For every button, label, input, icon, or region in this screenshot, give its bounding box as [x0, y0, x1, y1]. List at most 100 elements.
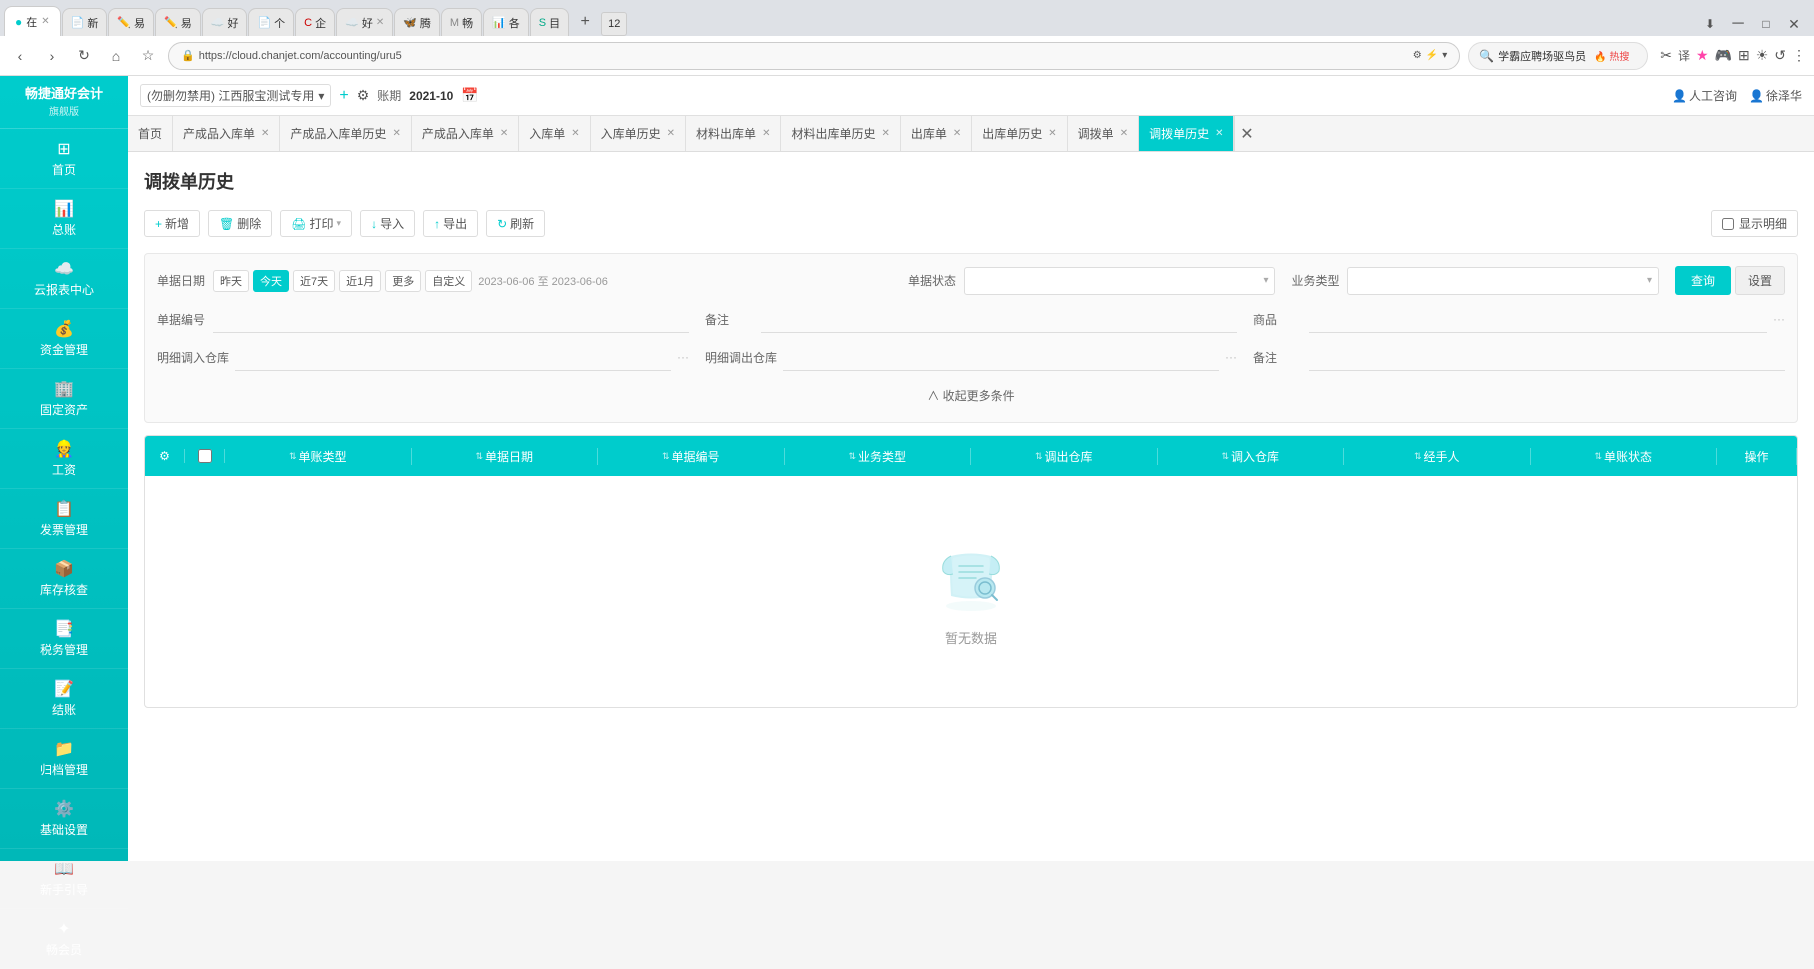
tab-material-outbound-history-close-icon[interactable]: ✕ [881, 128, 889, 139]
sidebar-item-inventory[interactable]: 📦 库存核查 [0, 549, 128, 609]
header-settings-icon[interactable]: ⚙ [357, 87, 370, 104]
tab-transfer[interactable]: 调拨单 ✕ [1068, 116, 1139, 152]
th-doc-type[interactable]: ⇅ 单账类型 [225, 448, 412, 465]
browser-tab-2[interactable]: 📄新 [62, 8, 108, 36]
print-button[interactable]: 🖨 打印 ▾ [280, 210, 352, 237]
browser-tab-5[interactable]: ☁️好 [202, 8, 248, 36]
collapse-button[interactable]: ∧ 收起更多条件 [157, 381, 1785, 410]
browser-tab-10[interactable]: M畅 [441, 8, 482, 36]
detail-out-more-icon[interactable]: ··· [1225, 350, 1237, 364]
detail-in-more-icon[interactable]: ··· [677, 350, 689, 364]
tab-material-outbound-history[interactable]: 材料出库单历史 ✕ [781, 116, 900, 152]
browser-tab-4[interactable]: ✏️易 [155, 8, 201, 36]
home-button[interactable]: ⌂ [104, 44, 128, 68]
detail-in-input[interactable] [235, 343, 671, 371]
remark-input[interactable] [761, 305, 1237, 333]
apps-icon[interactable]: ⊞ [1738, 47, 1750, 64]
back-button[interactable]: ‹ [8, 44, 32, 68]
th-doc-status[interactable]: ⇅ 单账状态 [1531, 448, 1718, 465]
active-browser-tab[interactable]: ● 在 ✕ [4, 6, 61, 36]
tab-outbound-history[interactable]: 出库单历史 ✕ [972, 116, 1067, 152]
yesterday-btn[interactable]: 昨天 [213, 270, 249, 292]
th-handler[interactable]: ⇅ 经手人 [1344, 448, 1531, 465]
sidebar-item-ledger[interactable]: 📊 总账 [0, 189, 128, 249]
refresh-button-toolbar[interactable]: ↻ 刷新 [486, 210, 545, 237]
sidebar-item-guide[interactable]: 📖 新手引导 [0, 849, 128, 909]
browser-tab-3[interactable]: ✏️易 [108, 8, 154, 36]
add-company-button[interactable]: + [339, 87, 348, 105]
browser-search-bar[interactable]: 🔍 学霸应聘场驱鸟员 🔥 热搜 [1468, 42, 1648, 70]
delete-button[interactable]: 🗑 删除 [208, 210, 272, 237]
tab-material-outbound[interactable]: 材料出库单 ✕ [686, 116, 781, 152]
status-select[interactable]: ▾ [964, 267, 1276, 295]
display-detail-checkbox[interactable] [1722, 218, 1734, 230]
tab-material-outbound-close-icon[interactable]: ✕ [762, 128, 770, 139]
browser-downloads-icon[interactable]: ⬇ [1698, 12, 1722, 36]
week-btn[interactable]: 近7天 [293, 270, 335, 292]
tab-product-inbound-close-icon[interactable]: ✕ [261, 128, 269, 139]
browser-tab-11[interactable]: 📊各 [483, 8, 529, 36]
sidebar-item-fixed-assets[interactable]: 🏢 固定资产 [0, 369, 128, 429]
th-in-warehouse[interactable]: ⇅ 调入仓库 [1158, 448, 1345, 465]
sidebar-item-fund[interactable]: 💰 资金管理 [0, 309, 128, 369]
filter-settings-button[interactable]: 设置 [1735, 266, 1785, 295]
sidebar-item-settings[interactable]: ⚙️ 基础设置 [0, 789, 128, 849]
goods-input[interactable] [1309, 305, 1767, 333]
th-settings[interactable]: ⚙ [145, 449, 185, 463]
today-btn[interactable]: 今天 [253, 270, 289, 292]
browser-tab-7[interactable]: C企 [295, 8, 335, 36]
address-bar[interactable]: 🔒 https://cloud.chanjet.com/accounting/u… [168, 42, 1460, 70]
tab-outbound[interactable]: 出库单 ✕ [901, 116, 972, 152]
tab-transfer-history-close-icon[interactable]: ✕ [1215, 128, 1223, 139]
sidebar-item-tax[interactable]: 📑 税务管理 [0, 609, 128, 669]
tab-outbound-history-close-icon[interactable]: ✕ [1048, 128, 1056, 139]
th-doc-date[interactable]: ⇅ 单据日期 [412, 448, 599, 465]
sidebar-item-invoice[interactable]: 📋 发票管理 [0, 489, 128, 549]
customer-service-button[interactable]: 👤 人工咨询 [1672, 87, 1737, 104]
company-selector[interactable]: (勿删勿禁用) 江西服宝测试专用 ▾ [140, 84, 331, 107]
import-button[interactable]: ↓ 导入 [360, 210, 415, 237]
sidebar-item-member[interactable]: ✦ 畅会员 [0, 909, 128, 969]
th-doc-num[interactable]: ⇅ 单据编号 [598, 448, 785, 465]
forward-button[interactable]: › [40, 44, 64, 68]
scissors-icon[interactable]: ✂ [1660, 47, 1672, 64]
sun-icon[interactable]: ☀ [1756, 47, 1769, 64]
month-btn[interactable]: 近1月 [339, 270, 381, 292]
browser-tab-6[interactable]: 📄个 [248, 8, 294, 36]
sidebar-item-home[interactable]: ⊞ 首页 [0, 129, 128, 189]
browser-close-icon[interactable]: ✕ [1782, 12, 1806, 36]
tab-product-inbound-history-close-icon[interactable]: ✕ [392, 128, 400, 139]
browser-tab-12[interactable]: S目 [530, 8, 569, 36]
menu-icon[interactable]: ⋮ [1792, 47, 1806, 64]
tab-home[interactable]: 首页 [128, 116, 173, 152]
doc-num-input[interactable] [213, 305, 689, 333]
th-out-warehouse[interactable]: ⇅ 调出仓库 [971, 448, 1158, 465]
sidebar-item-cloud-report[interactable]: ☁️ 云报表中心 [0, 249, 128, 309]
tab-product-inbound[interactable]: 产成品入库单 ✕ [173, 116, 280, 152]
more-btn[interactable]: 更多 [385, 270, 421, 292]
sidebar-item-archive[interactable]: 📁 归档管理 [0, 729, 128, 789]
new-button[interactable]: + 新增 [144, 210, 200, 237]
tab-transfer-close-icon[interactable]: ✕ [1120, 128, 1128, 139]
refresh-button[interactable]: ↻ [72, 44, 96, 68]
tab-inbound[interactable]: 入库单 ✕ [519, 116, 590, 152]
detail-out-input[interactable] [783, 343, 1219, 371]
detail-remark-input[interactable] [1309, 343, 1785, 371]
custom-btn[interactable]: 自定义 [425, 270, 472, 292]
tab-product-inbound-2-close-icon[interactable]: ✕ [500, 128, 508, 139]
sidebar-item-close-books[interactable]: 📝 结账 [0, 669, 128, 729]
bookmark-button[interactable]: ☆ [136, 44, 160, 68]
extension-icon-1[interactable]: ★ [1696, 47, 1709, 64]
display-detail-button[interactable]: 显示明细 [1711, 210, 1798, 237]
tab-product-inbound-2[interactable]: 产成品入库单 ✕ [412, 116, 519, 152]
tab-inbound-close-icon[interactable]: ✕ [571, 128, 579, 139]
calendar-icon[interactable]: 📅 [461, 87, 478, 104]
goods-more-icon[interactable]: ··· [1773, 312, 1785, 326]
sidebar-item-payroll[interactable]: 👷 工资 [0, 429, 128, 489]
translate-icon[interactable]: 译 [1678, 47, 1690, 64]
export-button[interactable]: ↑ 导出 [423, 210, 478, 237]
tab-product-inbound-history[interactable]: 产成品入库单历史 ✕ [280, 116, 411, 152]
browser-maximize-icon[interactable]: □ [1754, 12, 1778, 36]
undo-icon[interactable]: ↺ [1774, 47, 1786, 64]
biz-type-select[interactable]: ▾ [1347, 267, 1659, 295]
